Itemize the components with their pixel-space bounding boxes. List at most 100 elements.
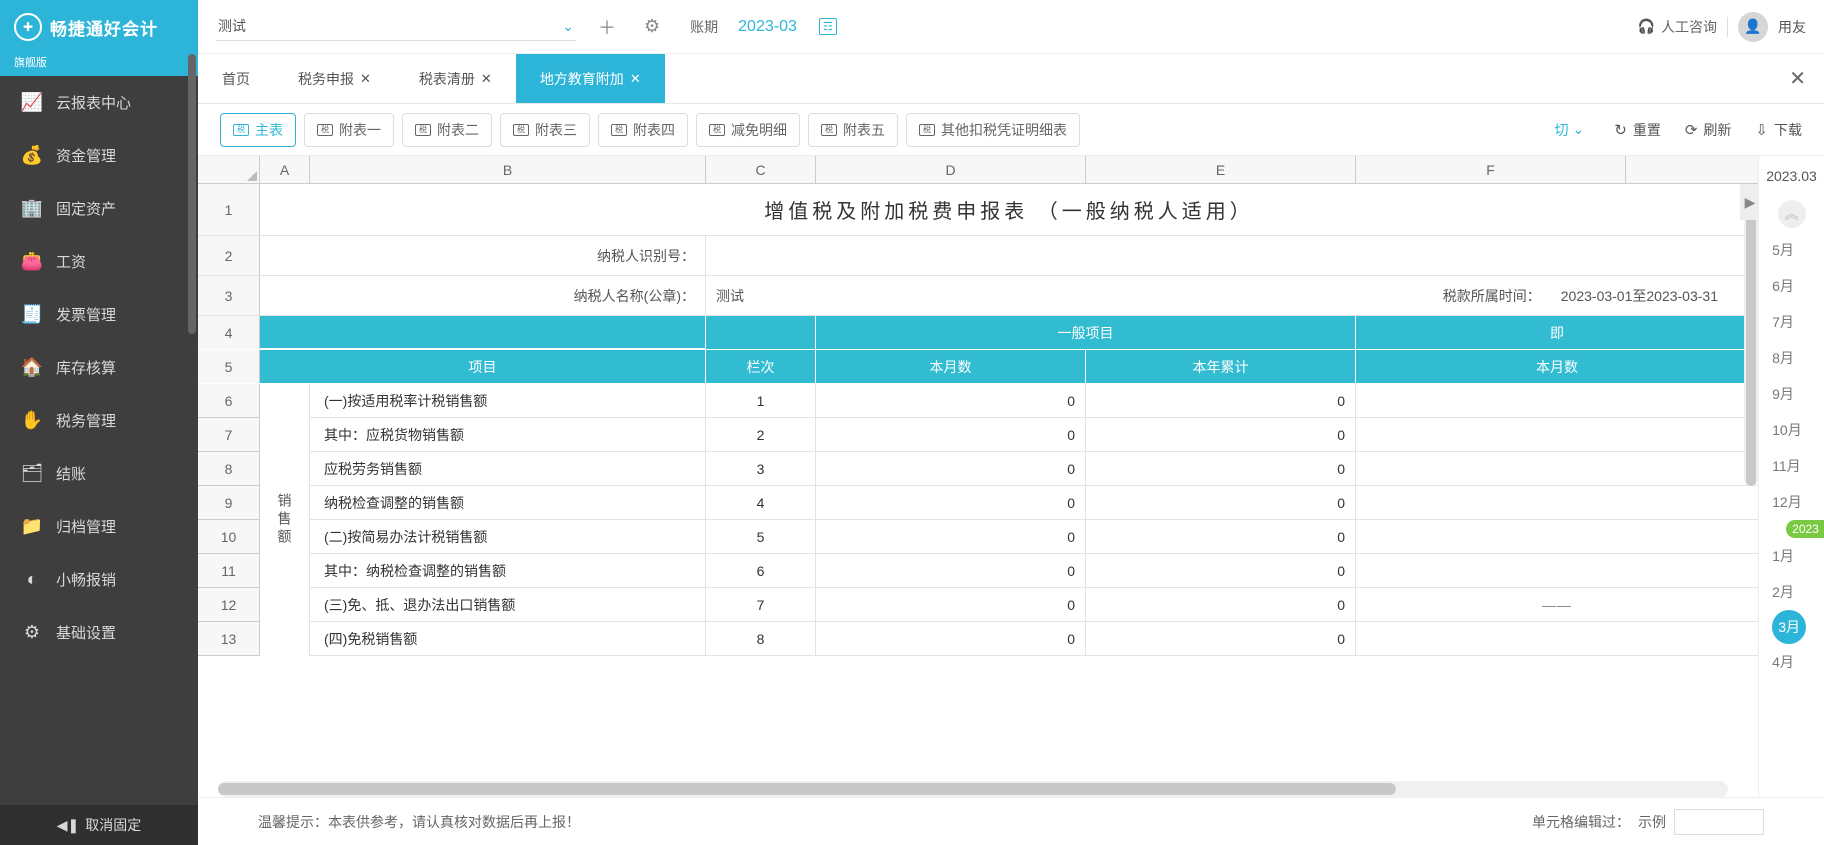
sheet-tab[interactable]: 税附表二 [402, 113, 492, 147]
sheet-tab[interactable]: 税主表 [220, 113, 296, 147]
col-B[interactable]: B [310, 156, 706, 183]
row-head[interactable]: 13 [198, 622, 260, 656]
year-cell[interactable]: 0 [1086, 588, 1356, 621]
item-cell[interactable]: (一)按适用税率计税销售额 [310, 384, 706, 417]
sidebar-item[interactable]: 🏢固定资产 [0, 182, 198, 235]
sidebar-item[interactable]: 👛工资 [0, 235, 198, 288]
item-cell[interactable]: (三)免、抵、退办法出口销售额 [310, 588, 706, 621]
expand-panel-icon[interactable]: ▶ [1740, 184, 1758, 220]
download-button[interactable]: ⇩下载 [1755, 120, 1802, 140]
item-cell[interactable]: (二)按简易办法计税销售额 [310, 520, 706, 553]
idx-cell[interactable]: 1 [706, 384, 816, 417]
sidebar-item[interactable]: ◐小畅报销 [0, 553, 198, 606]
tab[interactable]: 首页 [198, 54, 274, 103]
row-head[interactable]: 7 [198, 418, 260, 452]
idx-cell[interactable]: 6 [706, 554, 816, 587]
sheet-tab[interactable]: 税减免明细 [696, 113, 800, 147]
tab-close-icon[interactable]: ✕ [481, 71, 492, 87]
month-cell[interactable]: 0 [816, 520, 1086, 553]
month-cell[interactable]: 0 [816, 486, 1086, 519]
month-item[interactable]: 2月 [1772, 574, 1811, 610]
row-head-1[interactable]: 1 [198, 184, 260, 235]
row-head[interactable]: 8 [198, 452, 260, 486]
row-head[interactable]: 9 [198, 486, 260, 520]
sheet-tab[interactable]: 税其他扣税凭证明细表 [906, 113, 1080, 147]
idx-cell[interactable]: 2 [706, 418, 816, 451]
month-item[interactable]: 7月 [1772, 304, 1811, 340]
idx-cell[interactable]: 7 [706, 588, 816, 621]
row-head[interactable]: 6 [198, 384, 260, 418]
month-cell[interactable]: 0 [816, 554, 1086, 587]
company-selector[interactable]: 测试 ⌄ [216, 12, 576, 41]
avatar[interactable]: 👤 [1738, 12, 1768, 42]
sidebar-item[interactable]: ✋税务管理 [0, 394, 198, 447]
month-item[interactable]: 10月 [1772, 412, 1811, 448]
close-all-tabs-icon[interactable]: ✕ [1781, 66, 1814, 91]
month2-cell[interactable] [1356, 554, 1758, 587]
year-cell[interactable]: 0 [1086, 622, 1356, 655]
year-cell[interactable]: 0 [1086, 384, 1356, 417]
sidebar-item[interactable]: 📈云报表中心 [0, 76, 198, 129]
sidebar-item[interactable]: 📁归档管理 [0, 500, 198, 553]
month2-cell[interactable]: —— [1356, 588, 1758, 621]
row-head[interactable]: 11 [198, 554, 260, 588]
sidebar-item[interactable]: 💰资金管理 [0, 129, 198, 182]
spreadsheet[interactable]: A B C D E F 1 增值税及附加税费申报表 （一般纳税人适用） 2 纳税… [198, 156, 1758, 797]
calendar-icon[interactable]: ☶ [819, 18, 837, 35]
item-cell[interactable]: (四)免税销售额 [310, 622, 706, 655]
period-value[interactable]: 2023-03 [738, 18, 797, 36]
row-head-4[interactable]: 4 [198, 316, 260, 349]
month-cell[interactable]: 0 [816, 418, 1086, 451]
sidebar-item[interactable]: 🗂结账 [0, 447, 198, 500]
month-cell[interactable]: 0 [816, 384, 1086, 417]
corner-cell[interactable] [198, 156, 260, 183]
row-head[interactable]: 12 [198, 588, 260, 622]
month-item[interactable]: 11月 [1772, 448, 1811, 484]
month2-cell[interactable] [1356, 452, 1758, 485]
sheet-tab[interactable]: 税附表一 [304, 113, 394, 147]
month-item[interactable]: 1月 [1772, 538, 1811, 574]
tab-close-icon[interactable]: ✕ [630, 71, 641, 87]
item-cell[interactable]: 应税劳务销售额 [310, 452, 706, 485]
h-scrollbar[interactable] [218, 781, 1728, 797]
month-cell[interactable]: 0 [816, 452, 1086, 485]
idx-cell[interactable]: 4 [706, 486, 816, 519]
add-icon[interactable]: ＋ [592, 12, 622, 42]
year-cell[interactable]: 0 [1086, 486, 1356, 519]
month2-cell[interactable] [1356, 384, 1758, 417]
year-cell[interactable]: 0 [1086, 418, 1356, 451]
sheet-tab[interactable]: 税附表四 [598, 113, 688, 147]
sidebar-item[interactable]: 🏠库存核算 [0, 341, 198, 394]
month-item[interactable]: 4月 [1772, 644, 1811, 680]
month2-cell[interactable] [1356, 622, 1758, 655]
row-head-3[interactable]: 3 [198, 276, 260, 315]
month-item[interactable]: 12月 [1772, 484, 1811, 520]
sheet-tab[interactable]: 税附表五 [808, 113, 898, 147]
gear-icon[interactable]: ⚙ [638, 14, 666, 39]
item-cell[interactable]: 纳税检查调整的销售额 [310, 486, 706, 519]
row-head[interactable]: 10 [198, 520, 260, 554]
month-item[interactable]: 3月 [1772, 610, 1806, 644]
tab[interactable]: 地方教育附加✕ [516, 54, 665, 103]
row-head-5[interactable]: 5 [198, 350, 260, 383]
month-item[interactable]: 9月 [1772, 376, 1811, 412]
month2-cell[interactable] [1356, 520, 1758, 553]
sidebar-scrollbar[interactable] [188, 54, 196, 334]
item-cell[interactable]: 其中：应税货物销售额 [310, 418, 706, 451]
month-item[interactable]: 6月 [1772, 268, 1811, 304]
refresh-button[interactable]: ⟳刷新 [1685, 120, 1732, 140]
month2-cell[interactable] [1356, 486, 1758, 519]
tab[interactable]: 税务申报✕ [274, 54, 395, 103]
col-A[interactable]: A [260, 156, 310, 183]
col-D[interactable]: D [816, 156, 1086, 183]
sidebar-item[interactable]: ⚙基础设置 [0, 606, 198, 659]
month-item[interactable]: 8月 [1772, 340, 1811, 376]
col-E[interactable]: E [1086, 156, 1356, 183]
sidebar-item[interactable]: 🧾发票管理 [0, 288, 198, 341]
tab-close-icon[interactable]: ✕ [360, 71, 371, 87]
year-cell[interactable]: 0 [1086, 452, 1356, 485]
tab[interactable]: 税表清册✕ [395, 54, 516, 103]
year-cell[interactable]: 0 [1086, 554, 1356, 587]
month-cell[interactable]: 0 [816, 622, 1086, 655]
col-F[interactable]: F [1356, 156, 1626, 183]
